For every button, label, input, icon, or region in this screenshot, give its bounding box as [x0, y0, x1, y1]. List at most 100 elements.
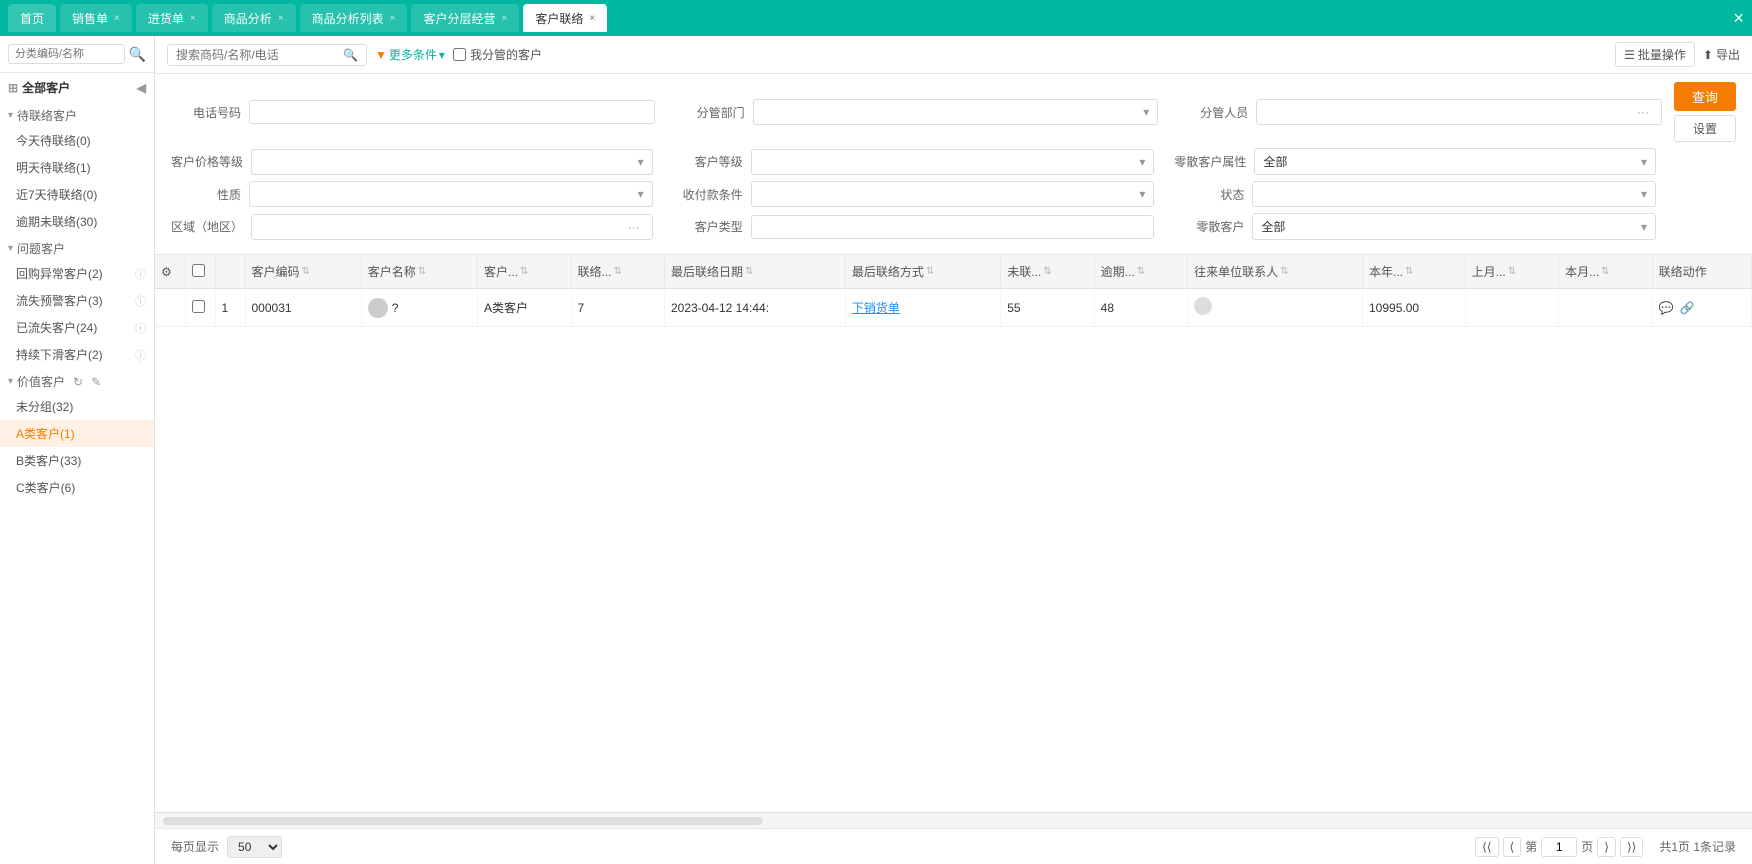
region-dots[interactable]: ··· — [624, 220, 644, 234]
tab-home[interactable]: 首页 — [8, 4, 56, 32]
last-method-link[interactable]: 下销货单 — [852, 301, 900, 315]
price-level-select[interactable]: ▾ — [251, 149, 653, 175]
collapse-icon[interactable]: ◀ — [137, 81, 146, 95]
tab-customer-contact[interactable]: 客户联络 × — [523, 4, 607, 32]
sidebar-group-problem[interactable]: ▾ 问题客户 — [0, 235, 154, 260]
col-code-label: 客户编码 — [252, 263, 300, 280]
tab-customer-contact-close[interactable]: × — [589, 13, 595, 24]
tab-purchase[interactable]: 进货单 × — [136, 4, 208, 32]
tab-goods-analysis[interactable]: 商品分析 × — [212, 4, 296, 32]
sidebar-item-a-class[interactable]: A类客户(1) — [0, 420, 154, 447]
manager-dots[interactable]: ··· — [1633, 105, 1653, 119]
sidebar-item-7days[interactable]: 近7天待联络(0) — [0, 181, 154, 208]
filter-cell-dept: 分管部门 ▾ — [675, 99, 1159, 125]
my-customers-checkbox[interactable] — [453, 48, 466, 61]
sidebar-item-ungrouped[interactable]: 未分组(32) — [0, 393, 154, 420]
manager-select[interactable]: ··· — [1256, 99, 1662, 125]
first-page-btn[interactable]: ⟨⟨ — [1475, 837, 1498, 857]
col-this-year[interactable]: 本年... ⇅ — [1363, 255, 1466, 289]
col-num — [215, 255, 245, 289]
sidebar-item-today[interactable]: 今天待联络(0) — [0, 127, 154, 154]
row-checkbox[interactable] — [192, 300, 205, 313]
tab-goods-analysis-list-close[interactable]: × — [390, 13, 396, 24]
sidebar-group-pending[interactable]: ▾ 待联络客户 — [0, 102, 154, 127]
col-type[interactable]: 客户... ⇅ — [478, 255, 571, 289]
close-all-btn[interactable]: × — [1733, 8, 1744, 29]
nature-select[interactable]: ▾ — [249, 181, 653, 207]
tab-home-label: 首页 — [20, 10, 44, 27]
retail-select[interactable]: 全部 ▾ — [1252, 213, 1656, 240]
select-all-checkbox[interactable] — [192, 264, 205, 277]
export-btn[interactable]: ⬆ 导出 — [1703, 46, 1740, 63]
row-last-method[interactable]: 下销货单 — [845, 289, 1000, 327]
status-select[interactable]: ▾ — [1252, 181, 1656, 207]
sidebar-item-c-class[interactable]: C类客户(6) — [0, 474, 154, 501]
action-icons: 💬 🔗 — [1659, 301, 1745, 315]
item-b-class-label: B类客户(33) — [16, 452, 81, 469]
region-select[interactable]: ··· — [251, 214, 653, 240]
col-overdue[interactable]: 逾期... ⇅ — [1094, 255, 1187, 289]
chat-icon[interactable]: 💬 — [1659, 301, 1674, 315]
main-layout: 🔍 ⊞ 全部客户 ◀ ▾ 待联络客户 今天待联络(0) 明天待联络(1) 近7天… — [0, 36, 1752, 864]
batch-op-icon: ☰ — [1624, 48, 1635, 62]
settings-btn[interactable]: 设置 — [1674, 115, 1736, 142]
tab-sales-close[interactable]: × — [114, 13, 120, 24]
col-gear[interactable]: ⚙ — [155, 255, 185, 289]
col-uncontacted[interactable]: 未联... ⇅ — [1001, 255, 1094, 289]
info-icon-declining: ⓘ — [135, 347, 146, 363]
batch-op-btn[interactable]: ☰ 批量操作 — [1615, 42, 1695, 67]
col-last-date-sort: 最后联络日期 ⇅ — [671, 263, 753, 280]
row-uncontacted: 55 — [1001, 289, 1094, 327]
sidebar-search-icon[interactable]: 🔍 — [129, 46, 146, 63]
col-last-method[interactable]: 最后联络方式 ⇅ — [845, 255, 1000, 289]
filter-search-input[interactable] — [176, 48, 339, 62]
sidebar-search-input[interactable] — [8, 44, 125, 64]
col-this-year-label: 本年... — [1369, 263, 1403, 280]
retail-attr-select[interactable]: 全部 ▾ — [1254, 148, 1656, 175]
tab-customer-seg-close[interactable]: × — [501, 13, 507, 24]
col-name[interactable]: 客户名称 ⇅ — [361, 255, 477, 289]
sidebar-item-churn-warning[interactable]: 流失预警客户(3) ⓘ — [0, 287, 154, 314]
sidebar-item-declining[interactable]: 持续下滑客户(2) ⓘ — [0, 341, 154, 368]
sidebar-group-value[interactable]: ▾ 价值客户 ↻ ✎ — [0, 368, 154, 393]
tab-goods-analysis-close[interactable]: × — [278, 13, 284, 24]
col-last-date[interactable]: 最后联络日期 ⇅ — [664, 255, 845, 289]
tab-customer-seg[interactable]: 客户分层经营 × — [411, 4, 519, 32]
sidebar-all-customers[interactable]: ⊞ 全部客户 ◀ — [0, 73, 154, 102]
customer-level-select[interactable]: ▾ — [751, 149, 1155, 175]
table-body: 1 000031 ? A类客户 7 2023-04-12 14:44: — [155, 289, 1752, 327]
horizontal-scrollbar[interactable] — [163, 817, 763, 825]
filter-search-icon[interactable]: 🔍 — [343, 48, 358, 62]
dept-select[interactable]: ▾ — [753, 99, 1159, 125]
col-last-month[interactable]: 上月... ⇅ — [1465, 255, 1558, 289]
refresh-icon[interactable]: ↻ — [73, 375, 83, 389]
col-company-contact[interactable]: 往来单位联系人 ⇅ — [1188, 255, 1363, 289]
phone-input[interactable] — [249, 100, 655, 124]
sidebar-item-churned[interactable]: 已流失客户(24) ⓘ — [0, 314, 154, 341]
col-code[interactable]: 客户编码 ⇅ — [245, 255, 361, 289]
edit-value-icon[interactable]: ✎ — [91, 375, 101, 389]
sidebar-item-overdue[interactable]: 逾期未联络(30) — [0, 208, 154, 235]
query-btn[interactable]: 查询 — [1674, 82, 1736, 111]
next-page-btn[interactable]: ⟩ — [1597, 837, 1616, 857]
customer-type-input[interactable] — [751, 215, 1155, 239]
filter-more-btn[interactable]: ▼ 更多条件 ▾ — [375, 46, 445, 63]
col-this-month[interactable]: 本月... ⇅ — [1559, 255, 1652, 289]
col-last-method-label: 最后联络方式 — [852, 263, 924, 280]
link-icon[interactable]: 🔗 — [1680, 301, 1695, 315]
retail-value: 全部 — [1261, 218, 1285, 235]
col-contact[interactable]: 联络... ⇅ — [571, 255, 664, 289]
last-page-btn[interactable]: ⟩⟩ — [1620, 837, 1643, 857]
sidebar-item-tomorrow[interactable]: 明天待联络(1) — [0, 154, 154, 181]
tab-goods-analysis-list[interactable]: 商品分析列表 × — [300, 4, 408, 32]
tab-sales[interactable]: 销售单 × — [60, 4, 132, 32]
filter-right: ☰ 批量操作 ⬆ 导出 — [1615, 42, 1740, 67]
phone-label: 电话号码 — [171, 104, 241, 121]
page-size-select[interactable]: 50 100 200 — [227, 836, 282, 858]
sidebar-item-b-class[interactable]: B类客户(33) — [0, 447, 154, 474]
sidebar-item-repurchase-abnormal[interactable]: 回购异常客户(2) ⓘ — [0, 260, 154, 287]
payment-select[interactable]: ▾ — [751, 181, 1155, 207]
prev-page-btn[interactable]: ⟨ — [1503, 837, 1522, 857]
page-input[interactable] — [1541, 837, 1577, 857]
tab-purchase-close[interactable]: × — [190, 13, 196, 24]
